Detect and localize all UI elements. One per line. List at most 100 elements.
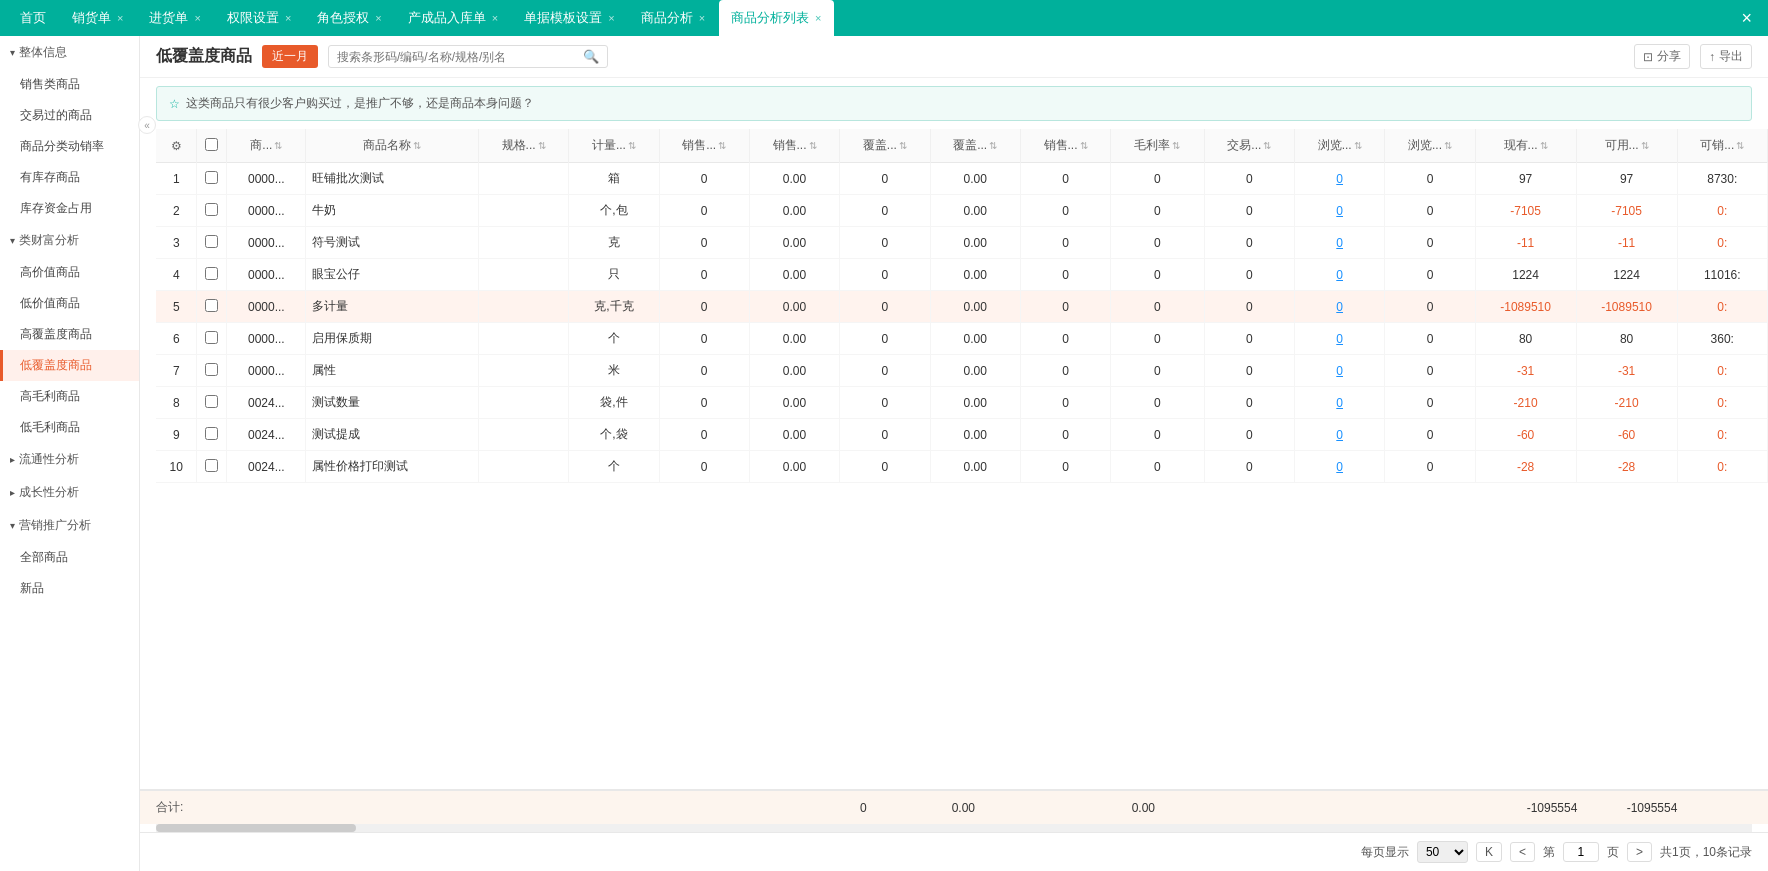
row-checkbox[interactable] xyxy=(205,331,218,344)
row-checkbox[interactable] xyxy=(205,363,218,376)
settings-icon[interactable]: ⚙ xyxy=(171,139,182,153)
select-all-checkbox[interactable] xyxy=(205,138,218,151)
sidebar-item-stock-capital[interactable]: 库存资金占用 xyxy=(0,193,139,224)
sidebar-item-high-value[interactable]: 高价值商品 xyxy=(0,257,139,288)
nav-permissions[interactable]: 权限设置 × xyxy=(215,0,303,36)
row-checkbox[interactable] xyxy=(205,267,218,280)
col-code[interactable]: 商...⇅ xyxy=(227,129,306,163)
table-container[interactable]: ⚙ 商...⇅ 商品名称⇅ 规格...⇅ 计量...⇅ 销售...⇅ 销售...… xyxy=(156,129,1768,789)
sidebar-section-wealth[interactable]: ▾ 类财富分析 xyxy=(0,224,139,257)
export-button[interactable]: ↑ 导出 xyxy=(1700,44,1752,69)
col-cover2[interactable]: 覆盖...⇅ xyxy=(930,129,1020,163)
row-checkbox[interactable] xyxy=(205,395,218,408)
col-cover1[interactable]: 覆盖...⇅ xyxy=(840,129,930,163)
cell-browse1[interactable]: 0 xyxy=(1294,355,1384,387)
close-product-analysis-icon[interactable]: × xyxy=(699,12,705,24)
nav-sales[interactable]: 销货单 × xyxy=(60,0,135,36)
sidebar-section-circulation[interactable]: ▸ 流通性分析 xyxy=(0,443,139,476)
sidebar-item-low-coverage[interactable]: 低覆盖度商品 xyxy=(0,350,139,381)
sidebar-section-marketing[interactable]: ▾ 营销推广分析 xyxy=(0,509,139,542)
cell-code: 0000... xyxy=(227,355,306,387)
window-close-button[interactable]: × xyxy=(1733,8,1760,29)
cell-browse1[interactable]: 0 xyxy=(1294,451,1384,483)
share-button[interactable]: ⊡ 分享 xyxy=(1634,44,1690,69)
cell-checkbox[interactable] xyxy=(197,163,227,195)
cell-browse1[interactable]: 0 xyxy=(1294,195,1384,227)
cell-checkbox[interactable] xyxy=(197,323,227,355)
row-checkbox[interactable] xyxy=(205,235,218,248)
cell-checkbox[interactable] xyxy=(197,387,227,419)
close-purchase-icon[interactable]: × xyxy=(194,12,200,24)
cell-checkbox[interactable] xyxy=(197,451,227,483)
sidebar-section-growth[interactable]: ▸ 成长性分析 xyxy=(0,476,139,509)
close-roles-icon[interactable]: × xyxy=(375,12,381,24)
nav-home[interactable]: 首页 xyxy=(8,0,58,36)
cell-browse1[interactable]: 0 xyxy=(1294,419,1384,451)
col-unit[interactable]: 计量...⇅ xyxy=(569,129,659,163)
sidebar-section-overall[interactable]: ▾ 整体信息 xyxy=(0,36,139,69)
nav-template[interactable]: 单据模板设置 × xyxy=(512,0,626,36)
page-number-input[interactable] xyxy=(1563,842,1599,862)
nav-roles[interactable]: 角色授权 × xyxy=(305,0,393,36)
col-browse2[interactable]: 浏览...⇅ xyxy=(1385,129,1475,163)
row-checkbox[interactable] xyxy=(205,203,218,216)
first-page-button[interactable]: K xyxy=(1476,842,1502,862)
sidebar-item-high-coverage[interactable]: 高覆盖度商品 xyxy=(0,319,139,350)
close-sales-icon[interactable]: × xyxy=(117,12,123,24)
sidebar-item-all-goods[interactable]: 全部商品 xyxy=(0,542,139,573)
sidebar-item-new-goods[interactable]: 新品 xyxy=(0,573,139,604)
page-size-select[interactable]: 50 100 200 xyxy=(1417,841,1468,863)
cell-checkbox[interactable] xyxy=(197,355,227,387)
col-gross-rate[interactable]: 毛利率⇅ xyxy=(1111,129,1204,163)
horizontal-scrollbar[interactable] xyxy=(156,824,1752,832)
sidebar-item-high-margin[interactable]: 高毛利商品 xyxy=(0,381,139,412)
col-spec[interactable]: 规格...⇅ xyxy=(478,129,568,163)
cell-checkbox[interactable] xyxy=(197,419,227,451)
sidebar-item-sales-goods[interactable]: 销售类商品 xyxy=(0,69,139,100)
cell-checkbox[interactable] xyxy=(197,259,227,291)
close-template-icon[interactable]: × xyxy=(608,12,614,24)
col-name[interactable]: 商品名称⇅ xyxy=(306,129,479,163)
cell-checkbox[interactable] xyxy=(197,227,227,259)
cell-browse1[interactable]: 0 xyxy=(1294,259,1384,291)
search-input[interactable] xyxy=(337,50,578,64)
col-current[interactable]: 现有...⇅ xyxy=(1475,129,1576,163)
cell-checkbox[interactable] xyxy=(197,195,227,227)
prev-page-button[interactable]: < xyxy=(1510,842,1535,862)
row-checkbox[interactable] xyxy=(205,427,218,440)
col-available[interactable]: 可用...⇅ xyxy=(1576,129,1677,163)
scrollbar-thumb[interactable] xyxy=(156,824,356,832)
sidebar-item-low-value[interactable]: 低价值商品 xyxy=(0,288,139,319)
cell-spec xyxy=(478,419,568,451)
nav-purchase[interactable]: 进货单 × xyxy=(137,0,212,36)
row-checkbox[interactable] xyxy=(205,171,218,184)
sidebar-item-stock-goods[interactable]: 有库存商品 xyxy=(0,162,139,193)
col-settings[interactable]: ⚙ xyxy=(156,129,197,163)
nav-product-analysis-list[interactable]: 商品分析列表 × xyxy=(719,0,833,36)
cell-name: 旺铺批次测试 xyxy=(306,163,479,195)
next-page-button[interactable]: > xyxy=(1627,842,1652,862)
cell-browse1[interactable]: 0 xyxy=(1294,291,1384,323)
cell-browse1[interactable]: 0 xyxy=(1294,227,1384,259)
col-sales2[interactable]: 销售...⇅ xyxy=(1020,129,1110,163)
cell-browse1[interactable]: 0 xyxy=(1294,323,1384,355)
col-sellable[interactable]: 可销...⇅ xyxy=(1677,129,1767,163)
cell-browse1[interactable]: 0 xyxy=(1294,387,1384,419)
nav-product-analysis[interactable]: 商品分析 × xyxy=(629,0,717,36)
nav-production[interactable]: 产成品入库单 × xyxy=(396,0,510,36)
close-production-icon[interactable]: × xyxy=(492,12,498,24)
col-sales-amt[interactable]: 销售...⇅ xyxy=(749,129,839,163)
sidebar-item-traded-goods[interactable]: 交易过的商品 xyxy=(0,100,139,131)
date-filter-button[interactable]: 近一月 xyxy=(262,45,318,68)
sidebar-item-category-rate[interactable]: 商品分类动销率 xyxy=(0,131,139,162)
col-browse1[interactable]: 浏览...⇅ xyxy=(1294,129,1384,163)
close-product-analysis-list-icon[interactable]: × xyxy=(815,12,821,24)
row-checkbox[interactable] xyxy=(205,459,218,472)
close-permissions-icon[interactable]: × xyxy=(285,12,291,24)
col-trade[interactable]: 交易...⇅ xyxy=(1204,129,1294,163)
col-sales-qty[interactable]: 销售...⇅ xyxy=(659,129,749,163)
cell-browse1[interactable]: 0 xyxy=(1294,163,1384,195)
sidebar-item-low-margin[interactable]: 低毛利商品 xyxy=(0,412,139,443)
cell-checkbox[interactable] xyxy=(197,291,227,323)
row-checkbox[interactable] xyxy=(205,299,218,312)
